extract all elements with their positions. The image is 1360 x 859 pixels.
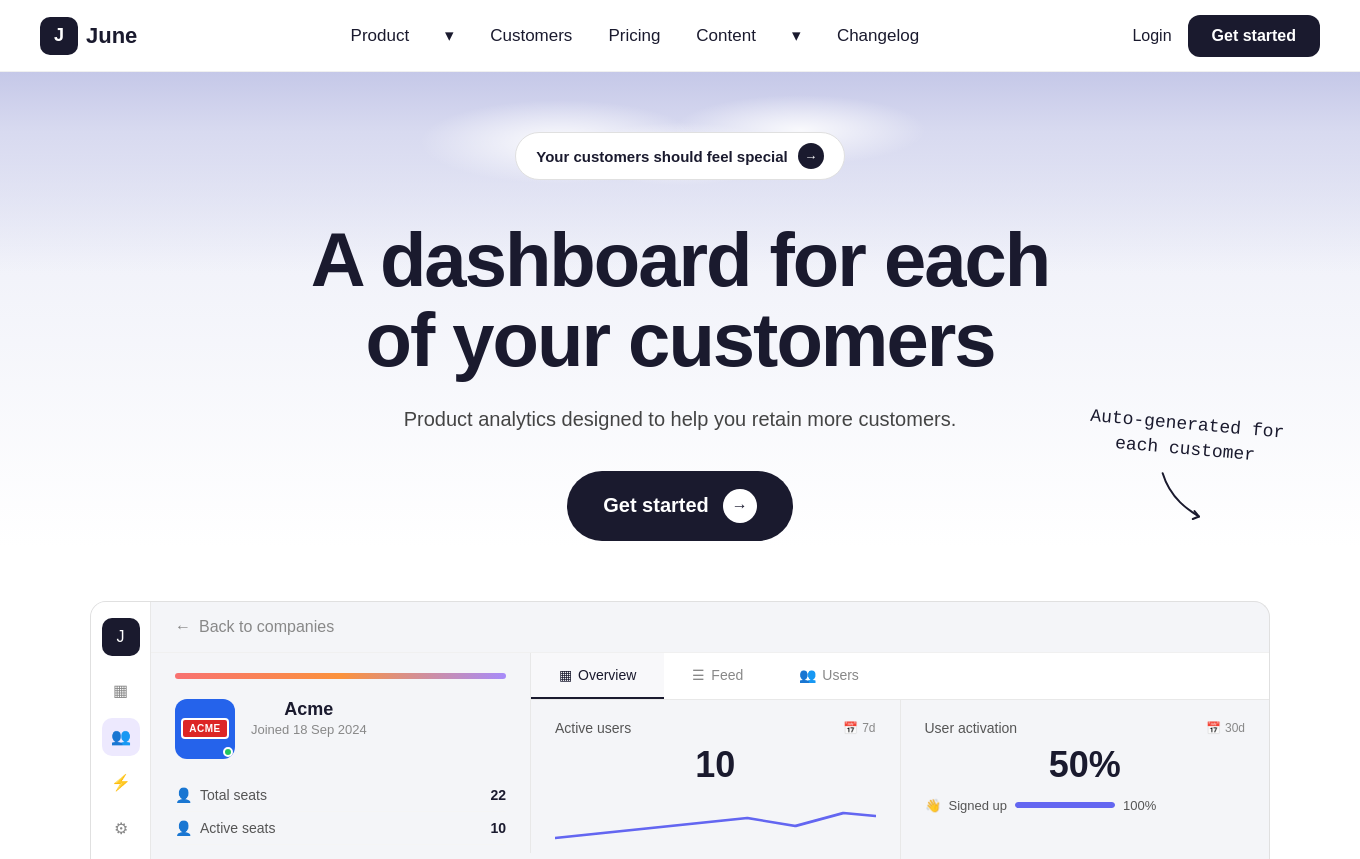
sidebar-lightning-icon[interactable]: ⚡: [102, 764, 140, 802]
nav-content-chevron: ▾: [792, 25, 801, 46]
user-activation-metric: User activation 📅 30d 50% 👋 Signed: [901, 700, 1270, 859]
company-details: Acme Joined 18 Sep 2024: [251, 699, 367, 737]
online-status-dot: [223, 747, 233, 757]
active-seats-row: 👤 Active seats 10: [175, 812, 506, 845]
overview-label: Overview: [578, 667, 636, 683]
hero-badge-text: Your customers should feel special: [536, 148, 787, 165]
back-to-companies[interactable]: ← Back to companies: [151, 602, 1269, 653]
active-users-metric: Active users 📅 7d 10: [531, 700, 901, 859]
company-name: Acme: [251, 699, 367, 720]
back-label: Back to companies: [199, 618, 334, 636]
sidebar-settings-icon[interactable]: ⚙: [102, 810, 140, 848]
logo-letter: J: [54, 25, 64, 46]
logo-icon: J: [40, 17, 78, 55]
signed-up-emoji: 👋: [925, 798, 941, 813]
hero-title-line2: of your customers: [365, 297, 994, 382]
hero-badge[interactable]: Your customers should feel special →: [515, 132, 844, 180]
user-activation-header: User activation 📅 30d: [925, 720, 1246, 736]
metrics-row: Active users 📅 7d 10: [531, 700, 1269, 859]
signed-up-progress-bar: [1015, 802, 1115, 808]
company-stats: 👤 Total seats 22 👤 Active seats: [175, 779, 506, 845]
user-activation-value: 50%: [925, 744, 1246, 786]
active-seats-value: 10: [490, 820, 506, 836]
nav-pricing[interactable]: Pricing: [608, 26, 660, 46]
get-started-nav-button[interactable]: Get started: [1188, 15, 1320, 57]
nav-customers[interactable]: Customers: [490, 26, 572, 46]
company-logo: ACME: [175, 699, 235, 759]
login-button[interactable]: Login: [1132, 27, 1171, 45]
logo[interactable]: J June: [40, 17, 137, 55]
nav-product[interactable]: Product: [351, 26, 410, 46]
dashboard-preview: J ▦ 👥 ⚡ ⚙ ← Back to companies: [90, 601, 1270, 859]
user-activation-period: 📅 30d: [1206, 721, 1245, 735]
dashboard-sidebar: J ▦ 👥 ⚡ ⚙: [91, 602, 151, 859]
sidebar-analytics-icon[interactable]: ▦: [102, 672, 140, 710]
total-seats-label: 👤 Total seats: [175, 787, 267, 803]
signed-up-pct: 100%: [1123, 798, 1156, 813]
active-seats-label: 👤 Active seats: [175, 820, 275, 836]
active-seat-icon: 👤: [175, 820, 192, 836]
company-section: ACME Acme Joined 18 Sep 2024: [151, 653, 1269, 853]
calendar-icon: 📅: [843, 721, 858, 735]
active-users-header: Active users 📅 7d: [555, 720, 876, 736]
users-tab-icon: 👥: [799, 667, 816, 683]
signed-up-label: Signed up: [949, 798, 1008, 813]
sidebar-logo-icon: J: [102, 618, 140, 656]
get-started-hero-button[interactable]: Get started →: [567, 471, 793, 541]
company-joined-date: Joined 18 Sep 2024: [251, 722, 367, 737]
nav-links: Product ▾ Customers Pricing Content ▾ Ch…: [351, 25, 920, 46]
dashboard-tabs: ▦ Overview ☰ Feed 👥 Users: [531, 653, 1269, 700]
active-users-chart: [555, 798, 876, 848]
tab-feed[interactable]: ☰ Feed: [664, 653, 771, 699]
user-activation-title: User activation: [925, 720, 1018, 736]
feed-icon: ☰: [692, 667, 705, 683]
active-users-title: Active users: [555, 720, 631, 736]
sidebar-users-icon[interactable]: 👥: [102, 718, 140, 756]
users-label: Users: [822, 667, 859, 683]
active-users-period: 📅 7d: [843, 721, 875, 735]
navbar: J June Product ▾ Customers Pricing Conte…: [0, 0, 1360, 72]
company-logo-text: ACME: [181, 718, 228, 739]
company-header: ACME Acme Joined 18 Sep 2024: [175, 699, 506, 759]
signed-up-row: 👋 Signed up 100%: [925, 798, 1246, 813]
nav-product-chevron: ▾: [445, 25, 454, 46]
dashboard-inner: J ▦ 👥 ⚡ ⚙ ← Back to companies: [91, 602, 1269, 859]
company-info-panel: ACME Acme Joined 18 Sep 2024: [151, 653, 531, 853]
hero-title-line1: A dashboard for each: [311, 217, 1049, 302]
company-banner: [175, 673, 506, 679]
get-started-hero-label: Get started: [603, 494, 709, 517]
calendar-icon-2: 📅: [1206, 721, 1221, 735]
company-right-panel: ▦ Overview ☰ Feed 👥 Users: [531, 653, 1269, 853]
nav-actions: Login Get started: [1132, 15, 1320, 57]
back-arrow-icon: ←: [175, 618, 191, 636]
total-seats-row: 👤 Total seats 22: [175, 779, 506, 812]
auto-annotation: Auto-generated foreach customer: [1081, 404, 1285, 537]
tab-overview[interactable]: ▦ Overview: [531, 653, 664, 699]
hero-title: A dashboard for each of your customers: [290, 220, 1070, 380]
tab-users[interactable]: 👥 Users: [771, 653, 887, 699]
nav-changelog[interactable]: Changelog: [837, 26, 919, 46]
hero-section: Your customers should feel special → A d…: [0, 72, 1360, 859]
logo-text: June: [86, 23, 137, 49]
total-seats-value: 22: [490, 787, 506, 803]
annotation-arrow-icon: [1081, 462, 1280, 537]
feed-label: Feed: [711, 667, 743, 683]
get-started-arrow-icon: →: [723, 489, 757, 523]
dashboard-main: ← Back to companies ACME Acm: [151, 602, 1269, 859]
hero-badge-arrow-icon: →: [798, 143, 824, 169]
active-users-value: 10: [555, 744, 876, 786]
nav-content[interactable]: Content: [696, 26, 756, 46]
overview-icon: ▦: [559, 667, 572, 683]
seat-icon: 👤: [175, 787, 192, 803]
signed-up-progress-fill: [1015, 802, 1115, 808]
